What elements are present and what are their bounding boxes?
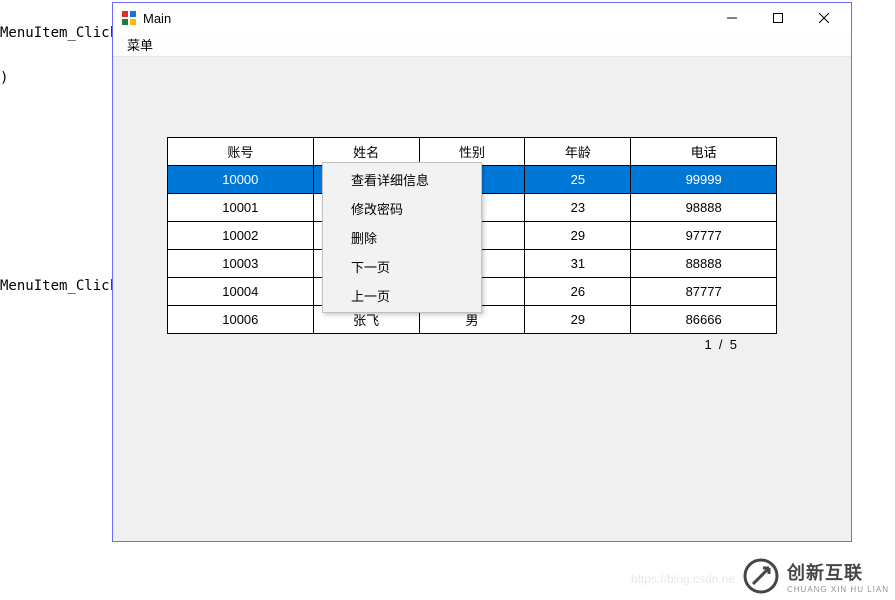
cell[interactable]: 10000	[168, 166, 314, 194]
minimize-button[interactable]	[709, 3, 755, 33]
close-icon	[819, 13, 829, 23]
cell[interactable]: 26	[525, 278, 631, 306]
cell[interactable]: 87777	[631, 278, 777, 306]
titlebar[interactable]: Main	[113, 3, 851, 33]
cell[interactable]: 97777	[631, 222, 777, 250]
context-menu: 查看详细信息 修改密码 删除 下一页 上一页	[322, 162, 482, 313]
ctx-change-password[interactable]: 修改密码	[323, 194, 481, 223]
code-fragment: )	[0, 70, 8, 86]
cell[interactable]: 88888	[631, 250, 777, 278]
pager-total: 5	[730, 337, 737, 352]
menubar: 菜单	[113, 33, 851, 57]
minimize-icon	[727, 13, 737, 23]
cell[interactable]: 10003	[168, 250, 314, 278]
pager-current: 1	[704, 337, 711, 352]
cell[interactable]: 31	[525, 250, 631, 278]
code-fragment: MenuItem_Click(	[0, 278, 126, 294]
cell[interactable]: 10001	[168, 194, 314, 222]
cell[interactable]: 10004	[168, 278, 314, 306]
pager: 1 / 5	[167, 337, 777, 352]
col-account[interactable]: 账号	[168, 138, 314, 166]
col-age[interactable]: 年龄	[525, 138, 631, 166]
cell[interactable]: 99999	[631, 166, 777, 194]
window-controls	[709, 3, 847, 33]
window-title: Main	[143, 11, 171, 26]
pager-sep: /	[719, 337, 723, 352]
ctx-next-page[interactable]: 下一页	[323, 252, 481, 281]
ctx-prev-page[interactable]: 上一页	[323, 281, 481, 310]
code-fragment: MenuItem_Click(	[0, 25, 126, 41]
menu-item-main[interactable]: 菜单	[121, 33, 159, 56]
maximize-button[interactable]	[755, 3, 801, 33]
watermark: 创新互联 CHUANG XIN HU LIAN	[741, 556, 889, 596]
cell[interactable]: 10002	[168, 222, 314, 250]
cell[interactable]: 98888	[631, 194, 777, 222]
close-button[interactable]	[801, 3, 847, 33]
cell[interactable]: 86666	[631, 306, 777, 334]
watermark-brand: 创新互联	[787, 563, 863, 583]
app-icon	[121, 10, 137, 26]
cell[interactable]: 10006	[168, 306, 314, 334]
main-window: Main 菜单 账号 姓名 性别 年龄 电话	[112, 2, 852, 542]
ctx-view-details[interactable]: 查看详细信息	[323, 165, 481, 194]
watermark-logo-icon	[741, 556, 781, 596]
cell[interactable]: 23	[525, 194, 631, 222]
cell[interactable]: 25	[525, 166, 631, 194]
watermark-brand-sub: CHUANG XIN HU LIAN	[787, 585, 889, 594]
maximize-icon	[773, 13, 783, 23]
client-area: 账号 姓名 性别 年龄 电话 10000 25 99999 10001	[113, 57, 851, 541]
cell[interactable]: 29	[525, 306, 631, 334]
cell[interactable]: 29	[525, 222, 631, 250]
ctx-delete[interactable]: 删除	[323, 223, 481, 252]
col-phone[interactable]: 电话	[631, 138, 777, 166]
watermark-url: https://blog.csdn.ne	[631, 572, 735, 586]
